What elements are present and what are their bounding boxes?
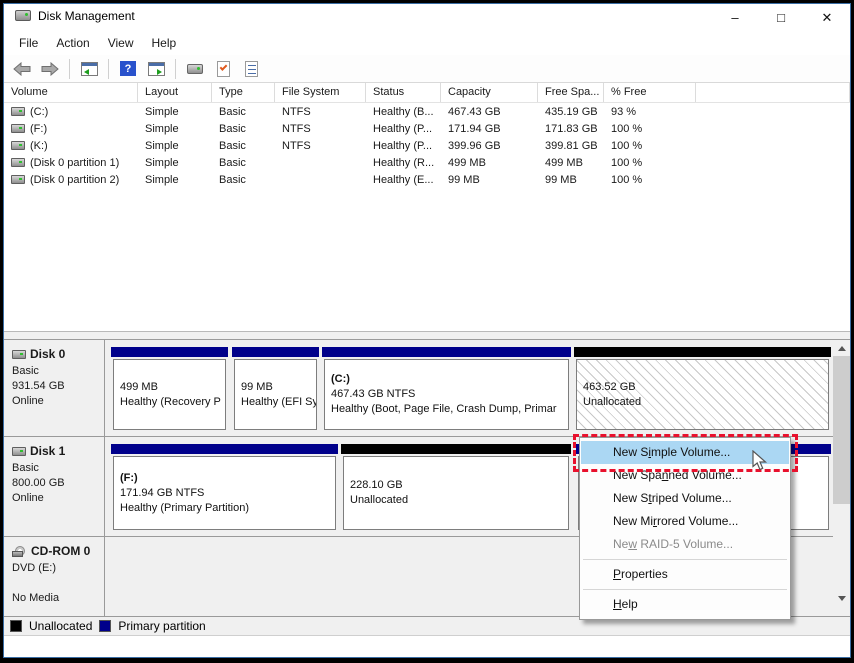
volume-list-header: Volume Layout Type File System Status Ca…	[4, 83, 850, 103]
partition-color-bar	[111, 444, 338, 454]
cdrom-icon	[12, 546, 27, 557]
partition-color-bar	[232, 347, 319, 357]
table-row[interactable]: (F:) Simple Basic NTFS Healthy (P... 171…	[4, 120, 850, 137]
pane-splitter[interactable]	[4, 331, 850, 339]
column-header-volume[interactable]: Volume	[4, 83, 138, 102]
column-header-type[interactable]: Type	[212, 83, 275, 102]
column-header-file-system[interactable]: File System	[275, 83, 366, 102]
menu-item-properties[interactable]: Properties	[581, 563, 789, 586]
cdrom-media: No Media	[12, 591, 104, 606]
table-row[interactable]: (Disk 0 partition 1) Simple Basic Health…	[4, 154, 850, 171]
disk1-unallocated[interactable]: 228.10 GBUnallocated	[341, 444, 571, 530]
toolbar-separator	[175, 59, 176, 79]
toolbar-separator	[108, 59, 109, 79]
disk1-capacity: 800.00 GB	[12, 476, 104, 491]
disk0-status: Online	[12, 394, 104, 409]
screenshot-root: Disk Management – □ ✕ File Action View H…	[0, 0, 854, 663]
close-button[interactable]: ✕	[804, 4, 850, 31]
forward-icon[interactable]	[38, 58, 62, 80]
menu-item-new-mirrored-volume[interactable]: New Mirrored Volume...	[581, 510, 789, 533]
volume-icon	[11, 158, 25, 167]
table-row[interactable]: (Disk 0 partition 2) Simple Basic Health…	[4, 171, 850, 188]
checklist-icon[interactable]	[239, 58, 263, 80]
partition-color-bar	[574, 347, 831, 357]
unallocated-swatch	[10, 620, 22, 632]
context-menu: New Simple Volume... New Spanned Volume.…	[579, 437, 791, 620]
menu-item-new-spanned-volume[interactable]: New Spanned Volume...	[581, 464, 789, 487]
column-header-capacity[interactable]: Capacity	[441, 83, 538, 102]
toolbar-separator	[69, 59, 70, 79]
menu-separator	[583, 589, 787, 590]
volume-icon	[11, 175, 25, 184]
menu-item-new-raid5-volume: New RAID-5 Volume...	[581, 533, 789, 556]
legend-label: Unallocated	[29, 619, 92, 633]
disk0-panel[interactable]: Disk 0 Basic 931.54 GB Online	[4, 340, 105, 436]
menu-bar: File Action View Help	[4, 31, 850, 55]
minimize-button[interactable]: –	[712, 4, 758, 31]
menu-view[interactable]: View	[99, 33, 143, 53]
volume-list: Volume Layout Type File System Status Ca…	[4, 83, 850, 331]
disk-management-window: Disk Management – □ ✕ File Action View H…	[3, 3, 851, 658]
disk-icon	[12, 350, 26, 359]
disk-icon	[12, 447, 26, 456]
partition-color-bar	[341, 444, 571, 454]
volume-icon	[11, 124, 25, 133]
table-row[interactable]: (C:) Simple Basic NTFS Healthy (B... 467…	[4, 103, 850, 120]
disk-view-icon[interactable]	[183, 58, 207, 80]
disk0-partition-efi[interactable]: 99 MBHealthy (EFI Sy	[232, 347, 319, 430]
disk0-partition-c[interactable]: (C:)467.43 GB NTFSHealthy (Boot, Page Fi…	[322, 347, 571, 430]
menu-item-new-simple-volume[interactable]: New Simple Volume...	[581, 441, 789, 464]
column-header-status[interactable]: Status	[366, 83, 441, 102]
menu-item-help[interactable]: Help	[581, 593, 789, 616]
disk1-type: Basic	[12, 461, 104, 476]
validate-icon[interactable]	[211, 58, 235, 80]
show-console-tree-icon[interactable]	[77, 58, 101, 80]
cdrom-panel[interactable]: CD-ROM 0 DVD (E:) No Media	[4, 537, 105, 617]
disk1-partition-f[interactable]: (F:)171.94 GB NTFSHealthy (Primary Parti…	[111, 444, 338, 530]
window-title: Disk Management	[38, 9, 135, 23]
status-bar	[4, 635, 850, 657]
maximize-button[interactable]: □	[758, 4, 804, 31]
disk0-type: Basic	[12, 364, 104, 379]
menu-help[interactable]: Help	[143, 33, 186, 53]
volume-icon	[11, 107, 25, 116]
partition-color-bar	[111, 347, 228, 357]
menu-item-new-striped-volume[interactable]: New Striped Volume...	[581, 487, 789, 510]
show-action-pane-icon[interactable]	[144, 58, 168, 80]
toolbar: ?	[4, 55, 850, 83]
column-header-layout[interactable]: Layout	[138, 83, 212, 102]
disk0-capacity: 931.54 GB	[12, 379, 104, 394]
volume-icon	[11, 141, 25, 150]
menu-file[interactable]: File	[10, 33, 47, 53]
vertical-scrollbar[interactable]	[833, 340, 850, 606]
scroll-up-icon[interactable]	[833, 340, 850, 356]
disk0-row: Disk 0 Basic 931.54 GB Online 499 MBHeal…	[4, 340, 850, 437]
scrollbar-thumb[interactable]	[833, 356, 850, 504]
back-icon[interactable]	[10, 58, 34, 80]
disk1-panel[interactable]: Disk 1 Basic 800.00 GB Online	[4, 437, 105, 536]
title-bar: Disk Management – □ ✕	[4, 4, 850, 31]
column-header-free-space[interactable]: Free Spa...	[538, 83, 604, 102]
menu-separator	[583, 559, 787, 560]
scroll-down-icon[interactable]	[833, 590, 850, 606]
column-header-pct-free[interactable]: % Free	[604, 83, 696, 102]
disk0-unallocated[interactable]: 463.52 GBUnallocated	[574, 347, 831, 430]
partition-color-bar	[322, 347, 571, 357]
legend-label: Primary partition	[118, 619, 205, 633]
disk0-partition-recovery[interactable]: 499 MBHealthy (Recovery P	[111, 347, 228, 430]
disk1-status: Online	[12, 491, 104, 506]
menu-action[interactable]: Action	[47, 33, 98, 53]
column-header-empty	[696, 83, 850, 102]
app-icon	[15, 10, 32, 24]
help-icon[interactable]: ?	[116, 58, 140, 80]
cdrom-device: DVD (E:)	[12, 561, 104, 576]
table-row[interactable]: (K:) Simple Basic NTFS Healthy (P... 399…	[4, 137, 850, 154]
primary-partition-swatch	[99, 620, 111, 632]
